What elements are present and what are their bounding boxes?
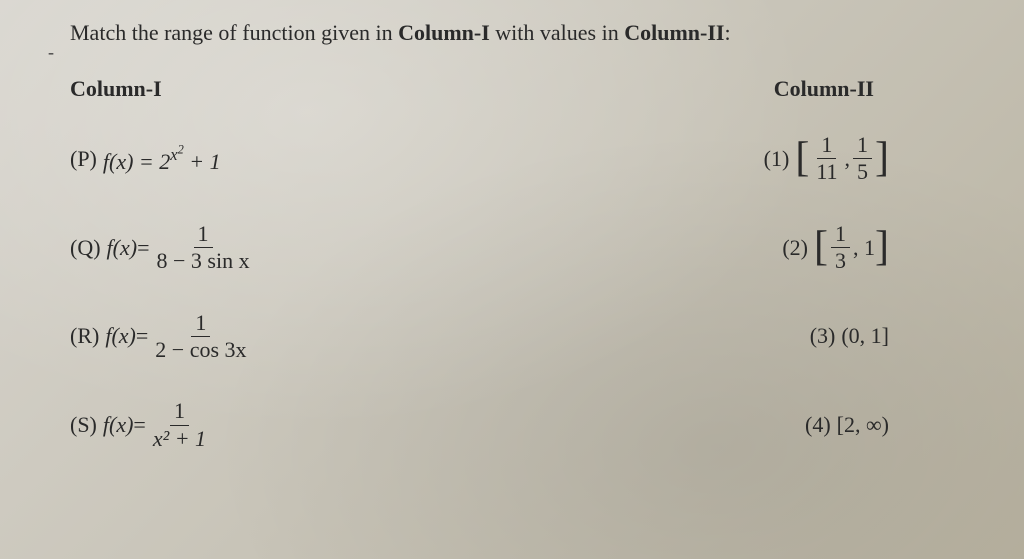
left-bracket-icon: [ xyxy=(814,231,828,265)
bullet-marker: - xyxy=(48,42,54,63)
fx-q: f(x) xyxy=(107,235,138,260)
column-1-header: Column-I xyxy=(70,76,162,102)
item-p: (P) f(x) = 2x2 + 1 xyxy=(70,143,221,175)
label-r: (R) xyxy=(70,323,99,349)
q-frac-den: 8 − 3 sin x xyxy=(153,248,254,274)
item-4: (4) [2, ∞) xyxy=(805,412,889,438)
eq-r: = xyxy=(136,323,148,349)
instruction-part2: with values in xyxy=(490,20,624,45)
fx-s: f(x) xyxy=(103,412,134,437)
r4-plain: [2, ∞) xyxy=(837,412,889,438)
r1-frac2-den: 5 xyxy=(853,159,872,185)
instruction-text: Match the range of function given in Col… xyxy=(70,20,984,46)
columns-header: Column-I Column-II xyxy=(40,76,984,102)
eq-q: = xyxy=(137,235,149,261)
s-frac-num: 1 xyxy=(170,398,189,425)
instruction-part3: : xyxy=(724,20,730,45)
item-r: (R) f(x) = 1 2 − cos 3x xyxy=(70,310,254,364)
comma: , xyxy=(845,146,851,172)
instruction-part1: Match the range of function given in xyxy=(70,20,398,45)
column-2-header: Column-II xyxy=(774,76,874,102)
item-2: (2) [ 1 3 , 1 ] xyxy=(782,221,889,275)
r3-plain: (0, 1] xyxy=(841,323,889,349)
left-bracket-icon: [ xyxy=(795,142,809,176)
label-2: (2) xyxy=(782,235,808,261)
instruction-bold1: Column-I xyxy=(398,20,490,45)
label-p: (P) xyxy=(70,146,97,172)
label-3: (3) xyxy=(810,323,836,349)
item-s: (S) f(x) = 1 x² + 1 xyxy=(70,398,213,452)
row-q: (Q) f(x) = 1 8 − 3 sin x (2) [ 1 3 , 1 xyxy=(40,221,984,275)
s-frac-den: x² + 1 xyxy=(149,426,210,452)
r1-frac1-num: 1 xyxy=(817,132,836,159)
q-frac-num: 1 xyxy=(194,221,213,248)
r2-frac-den: 3 xyxy=(831,248,850,274)
label-4: (4) xyxy=(805,412,831,438)
row-r: (R) f(x) = 1 2 − cos 3x (3) (0, 1] xyxy=(40,310,984,364)
fx-p-part1: f(x) = 2 xyxy=(103,149,170,174)
label-1: (1) xyxy=(764,146,790,172)
r1-frac2-num: 1 xyxy=(853,132,872,159)
fx-r: f(x) xyxy=(105,323,136,348)
right-bracket-icon: ] xyxy=(875,142,889,176)
r2-frac-num: 1 xyxy=(831,221,850,248)
r1-frac1-den: 11 xyxy=(812,159,841,185)
fx-p-part2: + 1 xyxy=(184,149,221,174)
item-3: (3) (0, 1] xyxy=(810,323,889,349)
item-1: (1) [ 1 11 , 1 5 ] xyxy=(764,132,889,186)
r-frac-den: 2 − cos 3x xyxy=(151,337,250,363)
r2-after: , 1 xyxy=(853,235,875,261)
label-s: (S) xyxy=(70,412,97,438)
row-s: (S) f(x) = 1 x² + 1 (4) [2, ∞) xyxy=(40,398,984,452)
row-p: (P) f(x) = 2x2 + 1 (1) [ 1 11 , 1 5 xyxy=(40,132,984,186)
eq-s: = xyxy=(133,412,145,438)
instruction-bold2: Column-II xyxy=(624,20,724,45)
r-frac-num: 1 xyxy=(191,310,210,337)
right-bracket-icon: ] xyxy=(875,231,889,265)
item-q: (Q) f(x) = 1 8 − 3 sin x xyxy=(70,221,257,275)
label-q: (Q) xyxy=(70,235,101,261)
fx-p-sup1: x xyxy=(170,145,177,164)
